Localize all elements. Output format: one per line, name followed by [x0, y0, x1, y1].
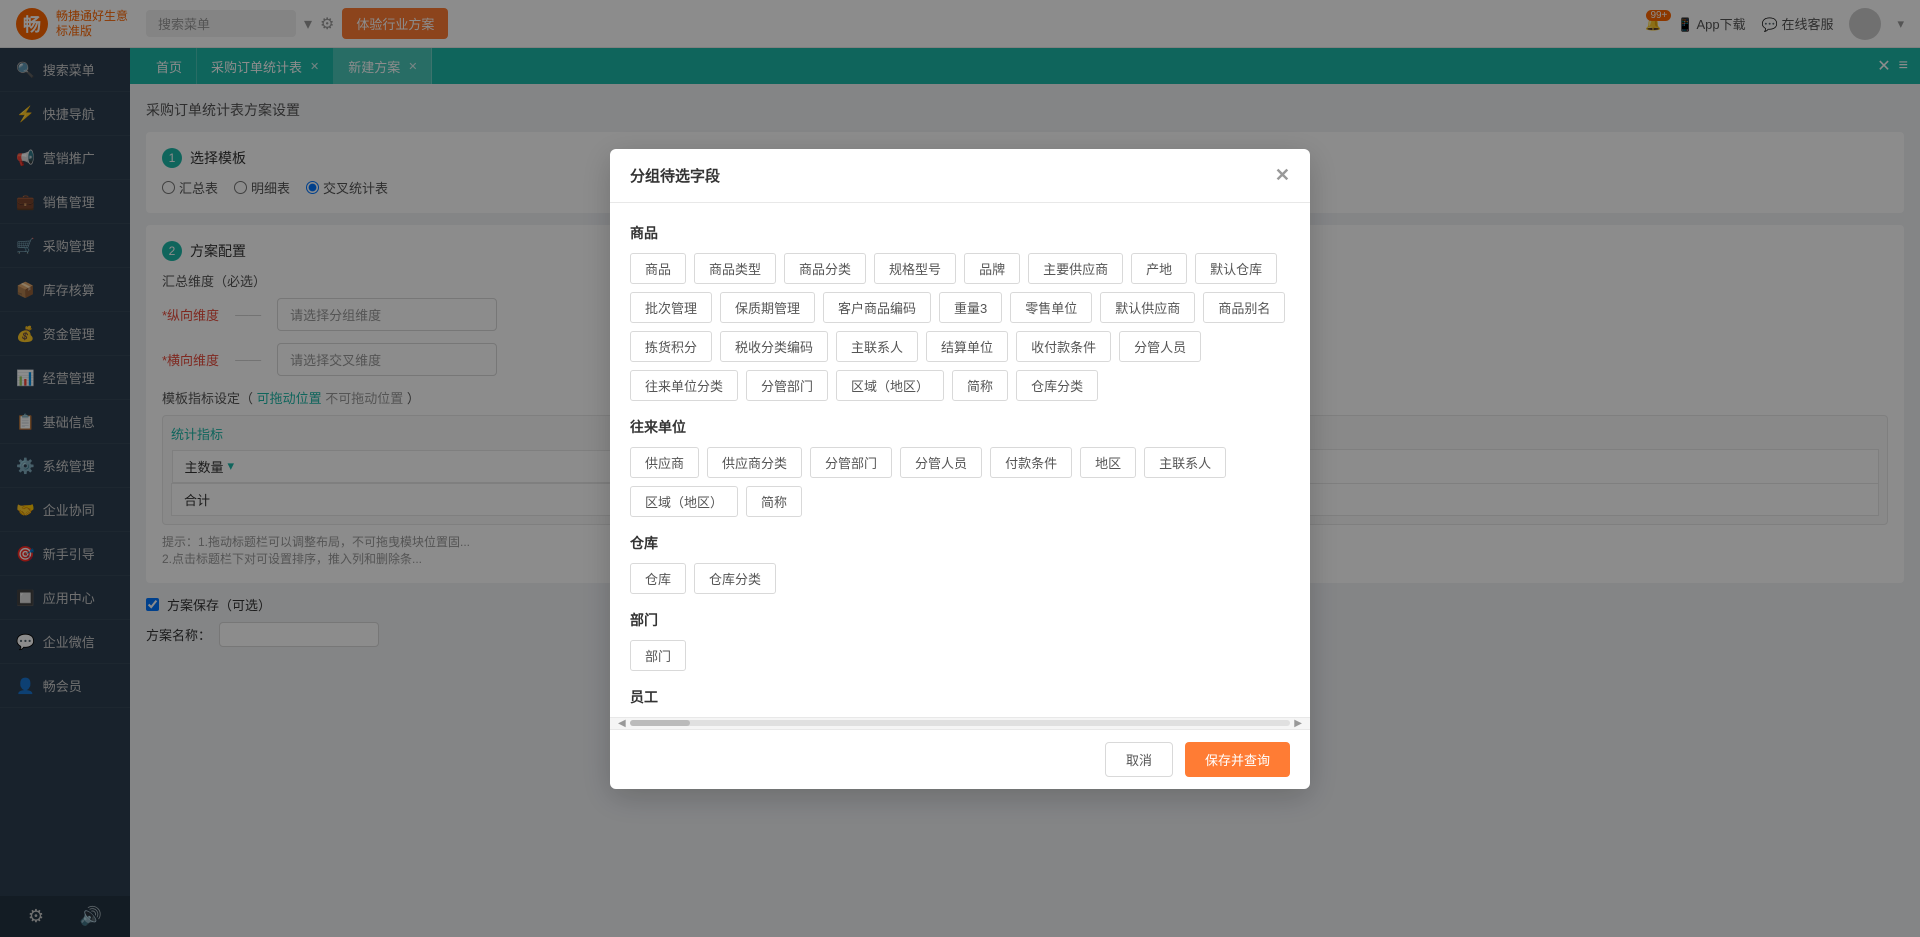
field-tag[interactable]: 仓库分类 [694, 563, 776, 594]
section-title-部门: 部门 [630, 610, 1290, 630]
field-tag[interactable]: 分管人员 [1119, 331, 1201, 362]
field-tag[interactable]: 分管人员 [900, 447, 982, 478]
dialog-title: 分组待选字段 [630, 165, 720, 186]
section-title-商品: 商品 [630, 223, 1290, 243]
field-tag[interactable]: 主联系人 [1144, 447, 1226, 478]
field-tag[interactable]: 商品 [630, 253, 686, 284]
section-title-员工: 员工 [630, 687, 1290, 707]
field-tag[interactable]: 收付款条件 [1016, 331, 1111, 362]
dialog: 分组待选字段 ✕ 商品商品商品类型商品分类规格型号品牌主要供应商产地默认仓库批次… [610, 149, 1310, 789]
field-tag[interactable]: 商品分类 [784, 253, 866, 284]
scroll-right-icon[interactable]: ▶ [1290, 718, 1306, 729]
field-grid-仓库: 仓库仓库分类 [630, 563, 1290, 594]
field-tag[interactable]: 结算单位 [926, 331, 1008, 362]
field-tag[interactable]: 默认供应商 [1100, 292, 1195, 323]
h-scroll-thumb[interactable] [630, 720, 690, 726]
field-tag[interactable]: 主联系人 [836, 331, 918, 362]
dialog-cancel-btn[interactable]: 取消 [1105, 742, 1173, 777]
field-tag[interactable]: 分管部门 [810, 447, 892, 478]
dialog-footer: 取消 保存并查询 [610, 729, 1310, 789]
field-grid-商品: 商品商品类型商品分类规格型号品牌主要供应商产地默认仓库批次管理保质期管理客户商品… [630, 253, 1290, 401]
field-tag[interactable]: 区域（地区） [630, 486, 738, 517]
field-tag[interactable]: 区域（地区） [836, 370, 944, 401]
field-tag[interactable]: 默认仓库 [1195, 253, 1277, 284]
field-tag[interactable]: 规格型号 [874, 253, 956, 284]
field-grid-往来单位: 供应商供应商分类分管部门分管人员付款条件地区主联系人区域（地区） 简称 [630, 447, 1290, 517]
field-tag[interactable]: 地区 [1080, 447, 1136, 478]
field-tag[interactable]: 拣货积分 [630, 331, 712, 362]
section-title-仓库: 仓库 [630, 533, 1290, 553]
field-tag[interactable]: 主要供应商 [1028, 253, 1123, 284]
scroll-left-icon[interactable]: ◀ [614, 718, 630, 729]
dialog-horizontal-scrollbar[interactable]: ◀ ▶ [610, 717, 1310, 729]
dialog-header: 分组待选字段 ✕ [610, 149, 1310, 203]
field-tag[interactable]: 付款条件 [990, 447, 1072, 478]
dialog-confirm-btn[interactable]: 保存并查询 [1185, 742, 1290, 777]
dialog-close-btn[interactable]: ✕ [1275, 165, 1290, 186]
field-tag[interactable]: 批次管理 [630, 292, 712, 323]
field-grid-部门: 部门 [630, 640, 1290, 671]
section-title-往来单位: 往来单位 [630, 417, 1290, 437]
field-tag[interactable]: 品牌 [964, 253, 1020, 284]
field-tag[interactable]: 客户商品编码 [823, 292, 931, 323]
field-tag[interactable]: 分管部门 [746, 370, 828, 401]
field-tag[interactable]: 供应商分类 [707, 447, 802, 478]
dialog-body: 商品商品商品类型商品分类规格型号品牌主要供应商产地默认仓库批次管理保质期管理客户… [610, 203, 1310, 717]
field-tag[interactable]: 零售单位 [1010, 292, 1092, 323]
field-tag[interactable]: 保质期管理 [720, 292, 815, 323]
field-tag[interactable]: 部门 [630, 640, 686, 671]
field-tag[interactable]: 简称 [746, 486, 802, 517]
modal-overlay: 分组待选字段 ✕ 商品商品商品类型商品分类规格型号品牌主要供应商产地默认仓库批次… [0, 0, 1920, 937]
field-tag[interactable]: 供应商 [630, 447, 699, 478]
field-tag[interactable]: 仓库 [630, 563, 686, 594]
field-tag[interactable]: 简称 [952, 370, 1008, 401]
field-tag[interactable]: 往来单位分类 [630, 370, 738, 401]
h-scroll-track [630, 720, 1291, 726]
field-tag[interactable]: 商品类型 [694, 253, 776, 284]
field-tag[interactable]: 重量3 [939, 292, 1002, 323]
field-tag[interactable]: 税收分类编码 [720, 331, 828, 362]
field-tag[interactable]: 仓库分类 [1016, 370, 1098, 401]
field-tag[interactable]: 产地 [1131, 253, 1187, 284]
field-tag[interactable]: 商品别名 [1203, 292, 1285, 323]
